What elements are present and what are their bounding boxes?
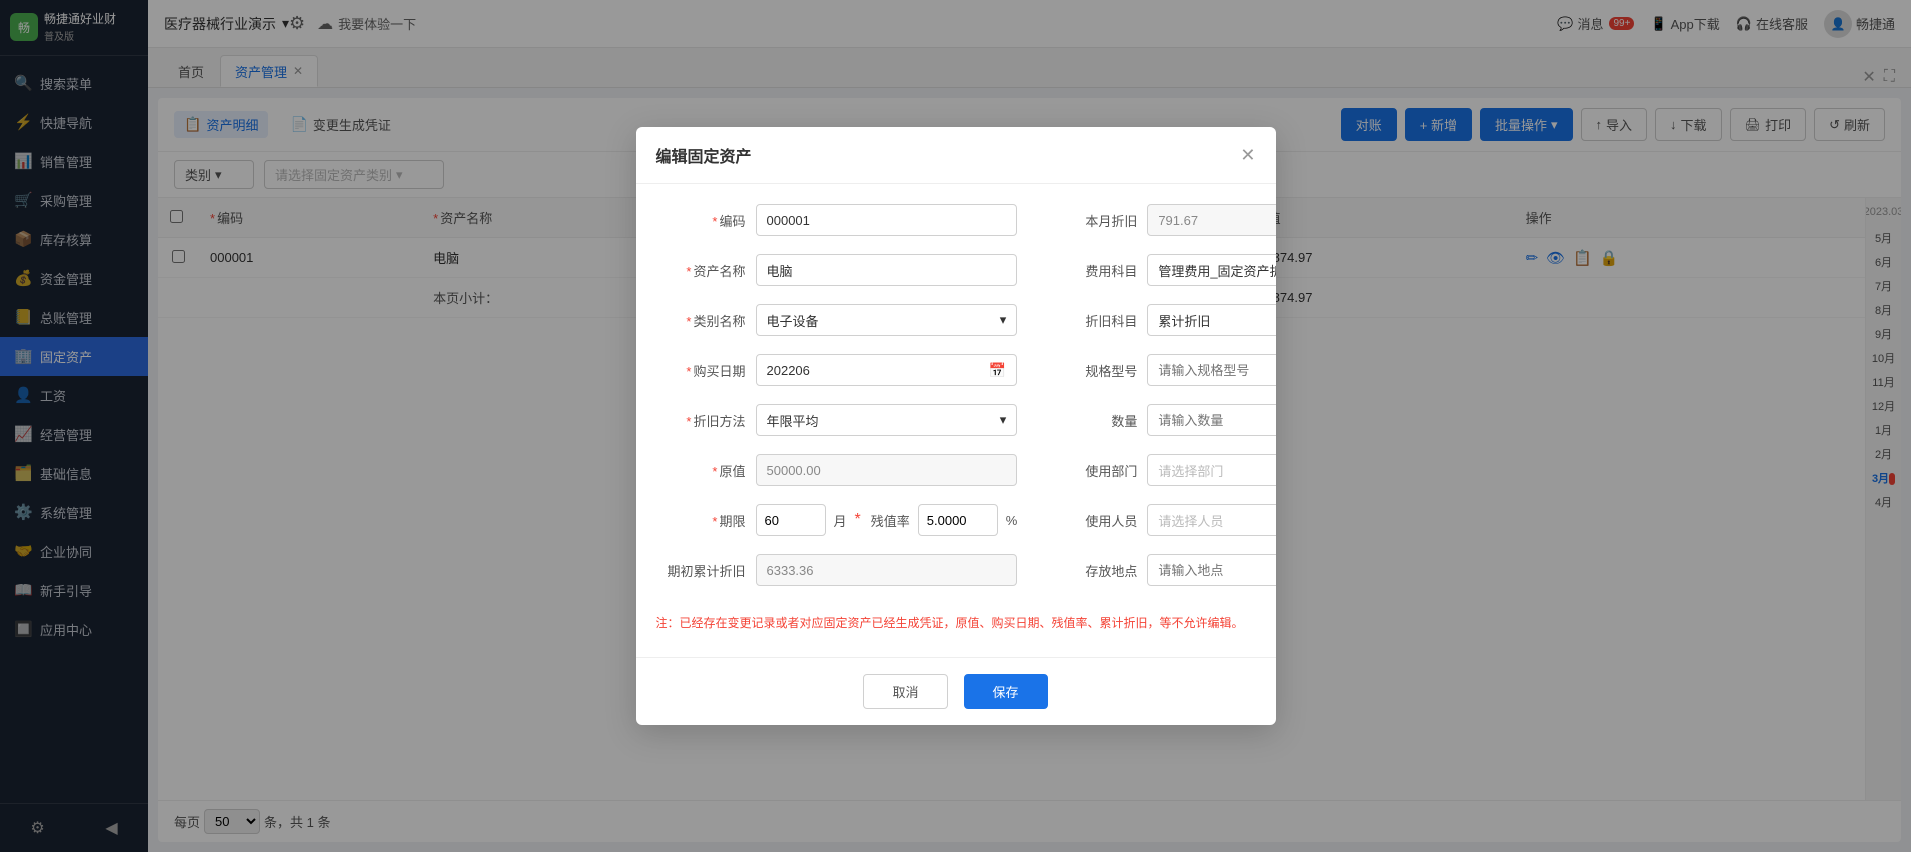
asset-name-input[interactable] bbox=[756, 254, 1018, 286]
spec-label: 规格型号 bbox=[1047, 361, 1137, 380]
monthly-dep-input bbox=[1147, 204, 1275, 236]
monthly-dep-label: 本月折旧 bbox=[1047, 211, 1137, 230]
dep-method-value: 年限平均 bbox=[767, 411, 819, 430]
asset-name-label: *资产名称 bbox=[656, 261, 746, 280]
dept-placeholder: 请选择部门 bbox=[1158, 461, 1223, 480]
residual-rate-label: 残值率 bbox=[871, 511, 910, 530]
dep-subject-label: 折旧科目 bbox=[1047, 311, 1137, 330]
residual-rate-input[interactable] bbox=[918, 504, 998, 536]
expense-subject-select[interactable]: 管理费用_固定资产折旧 bbox=[1147, 254, 1275, 286]
modal-body: *编码 *资产名称 *类别名称 bbox=[636, 184, 1276, 657]
period-group: 月 * 残值率 % bbox=[756, 504, 1018, 536]
purchase-date-value: 202206 bbox=[767, 363, 810, 378]
period-label: *期限 bbox=[656, 511, 746, 530]
category-value: 电子设备 bbox=[767, 311, 819, 330]
pct-symbol: % bbox=[1006, 513, 1018, 528]
dep-method-label: *折旧方法 bbox=[656, 411, 746, 430]
person-label: 使用人员 bbox=[1047, 511, 1137, 530]
modal-note: 注：已经存在变更记录或者对应固定资产已经生成凭证，原值、购买日期、残值率、累计折… bbox=[656, 604, 1256, 637]
form-row-original-value: *原值 bbox=[656, 454, 1018, 486]
form-row-code: *编码 bbox=[656, 204, 1018, 236]
person-placeholder: 请选择人员 bbox=[1158, 511, 1223, 530]
form-row-category: *类别名称 电子设备 bbox=[656, 304, 1018, 336]
dept-label: 使用部门 bbox=[1047, 461, 1137, 480]
category-chevron bbox=[1000, 312, 1007, 328]
form-row-dep-method: *折旧方法 年限平均 bbox=[656, 404, 1018, 436]
purchase-date-label: *购买日期 bbox=[656, 361, 746, 380]
modal-title: 编辑固定资产 bbox=[656, 143, 752, 167]
original-value-label: *原值 bbox=[656, 461, 746, 480]
dept-select[interactable]: 请选择部门 bbox=[1147, 454, 1275, 486]
init-dep-label: 期初累计折旧 bbox=[656, 561, 746, 580]
form-row-location: 存放地点 bbox=[1047, 554, 1275, 586]
form-row-expense-subject: 费用科目 管理费用_固定资产折旧 bbox=[1047, 254, 1275, 286]
expense-subject-value: 管理费用_固定资产折旧 bbox=[1158, 261, 1275, 280]
category-select[interactable]: 电子设备 bbox=[756, 304, 1018, 336]
person-select[interactable]: 请选择人员 bbox=[1147, 504, 1275, 536]
location-label: 存放地点 bbox=[1047, 561, 1137, 580]
form-row-monthly-dep: 本月折旧 bbox=[1047, 204, 1275, 236]
edit-asset-modal: 编辑固定资产 ✕ *编码 *资产名称 bbox=[636, 127, 1276, 725]
form-row-quantity: 数量 bbox=[1047, 404, 1275, 436]
purchase-date-input[interactable]: 202206 📅 bbox=[756, 354, 1018, 386]
modal-close-button[interactable]: ✕ bbox=[1240, 145, 1255, 166]
form-row-spec: 规格型号 bbox=[1047, 354, 1275, 386]
cancel-button[interactable]: 取消 bbox=[863, 674, 947, 709]
form-row-dep-subject: 折旧科目 累计折旧 bbox=[1047, 304, 1275, 336]
form-row-purchase-date: *购买日期 202206 📅 bbox=[656, 354, 1018, 386]
modal-footer: 取消 保存 bbox=[636, 657, 1276, 725]
category-label: *类别名称 bbox=[656, 311, 746, 330]
dep-method-chevron bbox=[1000, 412, 1007, 428]
form-row-period: *期限 月 * 残值率 % bbox=[656, 504, 1018, 536]
expense-subject-label: 费用科目 bbox=[1047, 261, 1137, 280]
save-button[interactable]: 保存 bbox=[964, 674, 1048, 709]
modal-header: 编辑固定资产 ✕ bbox=[636, 127, 1276, 184]
code-label: *编码 bbox=[656, 211, 746, 230]
location-input[interactable] bbox=[1147, 554, 1275, 586]
original-value-input[interactable] bbox=[756, 454, 1018, 486]
quantity-label: 数量 bbox=[1047, 411, 1137, 430]
init-dep-input[interactable] bbox=[756, 554, 1018, 586]
dep-method-select[interactable]: 年限平均 bbox=[756, 404, 1018, 436]
code-input[interactable] bbox=[756, 204, 1018, 236]
form-row-dept: 使用部门 请选择部门 bbox=[1047, 454, 1275, 486]
period-unit: 月 bbox=[834, 511, 847, 530]
dep-subject-value: 累计折旧 bbox=[1158, 311, 1210, 330]
period-input[interactable] bbox=[756, 504, 826, 536]
spec-input[interactable] bbox=[1147, 354, 1275, 386]
modal-overlay: 编辑固定资产 ✕ *编码 *资产名称 bbox=[0, 0, 1911, 852]
dep-subject-select[interactable]: 累计折旧 bbox=[1147, 304, 1275, 336]
form-row-asset-name: *资产名称 bbox=[656, 254, 1018, 286]
quantity-input[interactable] bbox=[1147, 404, 1275, 436]
calendar-icon: 📅 bbox=[989, 362, 1006, 379]
form-row-init-dep: 期初累计折旧 bbox=[656, 554, 1018, 586]
form-row-person: 使用人员 请选择人员 bbox=[1047, 504, 1275, 536]
